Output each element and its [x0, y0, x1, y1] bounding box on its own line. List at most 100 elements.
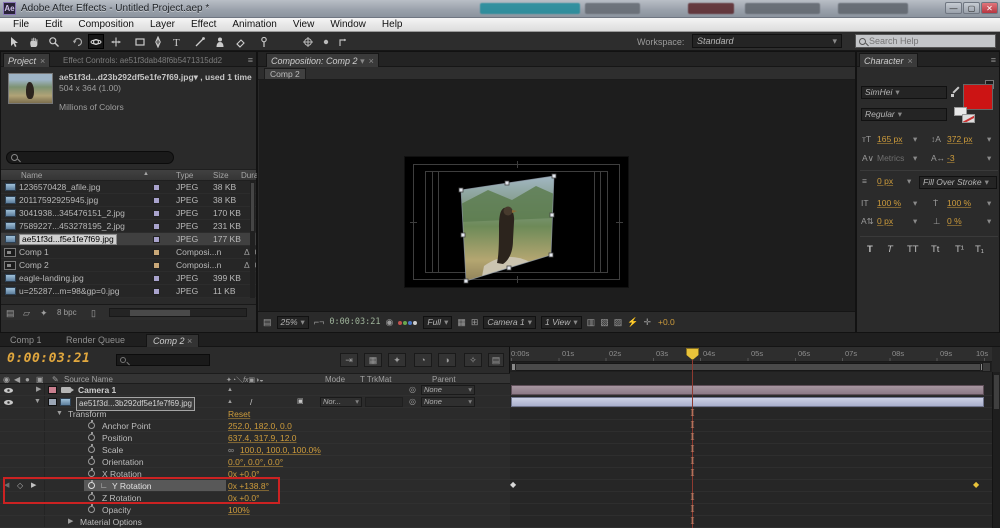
channel-icon[interactable]	[398, 317, 418, 327]
expand-arrow-icon[interactable]: ▶	[68, 516, 73, 528]
stopwatch-icon[interactable]	[88, 420, 95, 429]
layer-color-label[interactable]	[48, 386, 57, 394]
selection-tool[interactable]	[6, 34, 22, 49]
graph-editor-button[interactable]: ▤	[488, 353, 504, 367]
tsume-value[interactable]: 0 %	[947, 216, 962, 226]
property-row-scale[interactable]: Scale ∞ 100.0, 100.0, 100.0%	[0, 444, 510, 456]
chevron-down-icon[interactable]: ▾	[907, 176, 911, 187]
puppet-pin-tool[interactable]	[256, 34, 272, 49]
property-value[interactable]: 100.0, 100.0, 100.0%	[240, 444, 321, 456]
faux-italic-button[interactable]: T	[887, 244, 893, 255]
column-source-name[interactable]: Source Name	[64, 375, 113, 384]
property-value[interactable]: 0.0°, 0.0°, 0.0°	[228, 456, 283, 468]
label-color[interactable]	[153, 210, 160, 217]
baseline-shift-value[interactable]: 0 px	[877, 216, 893, 226]
project-item-row[interactable]: 1236570428_afile.jpg JPEG 38 KB	[1, 181, 256, 194]
tab-effect-controls[interactable]: Effect Controls: ae51f3dab48f6b5471315dd…	[63, 54, 231, 67]
leading-value[interactable]: 372 px	[947, 134, 973, 144]
menu-edit[interactable]: Edit	[38, 19, 69, 30]
timeline-search-box[interactable]	[116, 354, 210, 366]
font-size-value[interactable]: 165 px	[877, 134, 903, 144]
eraser-tool[interactable]	[232, 34, 248, 49]
superscript-button[interactable]: T¹	[955, 244, 964, 255]
magnification-select[interactable]: 25% ▾	[276, 315, 309, 329]
layer-color-label[interactable]	[48, 398, 57, 406]
chevron-down-icon[interactable]: ▾	[987, 198, 991, 209]
property-value[interactable]: 252.0, 182.0, 0.0	[228, 420, 292, 432]
project-horizontal-scrollbar[interactable]	[109, 308, 247, 317]
label-color[interactable]	[153, 184, 160, 191]
image-layer-bar[interactable]	[511, 397, 984, 407]
chevron-down-icon[interactable]: ▾	[913, 216, 917, 227]
font-family-select[interactable]: SimHei ▾	[861, 86, 947, 99]
clone-stamp-tool[interactable]	[212, 34, 228, 49]
chevron-down-icon[interactable]: ▾	[913, 134, 917, 145]
view-layout-select[interactable]: 1 View ▾	[541, 315, 582, 329]
preview-quality-icon[interactable]: ▧	[600, 317, 609, 328]
trkmat-select[interactable]	[365, 397, 403, 407]
axis-mode-local-button[interactable]	[300, 34, 316, 49]
collapse-arrow-icon[interactable]: ▼	[56, 408, 63, 420]
fill-color-swatch[interactable]	[963, 84, 993, 110]
property-row-position[interactable]: Position 637.4, 317.9, 12.0	[0, 432, 510, 444]
current-time-display[interactable]: 0:00:03:21	[7, 351, 90, 366]
motion-blur-button[interactable]: ◑	[438, 353, 456, 367]
label-color[interactable]	[153, 223, 160, 230]
parent-select[interactable]: None ▾	[421, 385, 475, 395]
label-color[interactable]	[153, 236, 160, 243]
interpret-footage-icon[interactable]: ▤	[6, 308, 15, 319]
composition-mini-flowchart-button[interactable]: ⇥	[340, 353, 358, 367]
project-item-row[interactable]: Comp 2Composi...nΔ 0	[1, 259, 256, 272]
3d-layer-icon[interactable]: ▣	[297, 396, 304, 408]
hand-tool[interactable]	[26, 34, 42, 49]
property-row-opacity[interactable]: Opacity 100%	[0, 504, 510, 516]
tab-comp2-active[interactable]: Comp 2 ×	[146, 334, 200, 347]
project-item-row[interactable]: u=25287...m=98&gp=0.jpg JPEG 11 KB	[1, 285, 256, 298]
stopwatch-icon[interactable]	[88, 468, 95, 477]
column-trkmat[interactable]: T TrkMat	[360, 375, 391, 384]
project-item-row[interactable]: eagle-landing.jpg JPEG 399 KB	[1, 272, 256, 285]
camera-layer-bar[interactable]	[511, 385, 984, 395]
label-color[interactable]	[153, 262, 160, 269]
comp-marker-button[interactable]	[982, 362, 991, 372]
grid-guides-icon[interactable]: ⊞	[471, 317, 479, 328]
small-caps-button[interactable]: Tt	[931, 244, 939, 255]
keyframe-diamond-end[interactable]: ◆	[973, 480, 979, 489]
all-caps-button[interactable]: TT	[907, 244, 919, 255]
breadcrumb-comp[interactable]: Comp 2	[264, 68, 306, 80]
group-label[interactable]: Transform	[68, 408, 106, 420]
close-button[interactable]: ✕	[981, 2, 998, 14]
project-item-row[interactable]: Comp 1Composi...nΔ 0	[1, 246, 256, 259]
chevron-down-icon[interactable]: ▾	[987, 153, 991, 164]
selected-layer-image[interactable]	[454, 170, 569, 295]
project-item-row-selected[interactable]: ae51f3d...f5e1fe7f69.jpg JPEG 177 KB	[1, 233, 256, 246]
menu-window[interactable]: Window	[323, 19, 373, 30]
work-area-bar[interactable]	[511, 363, 985, 371]
parent-select[interactable]: None ▾	[421, 397, 475, 407]
help-search-box[interactable]	[855, 34, 996, 48]
expand-arrow-icon[interactable]: ▶	[36, 384, 41, 396]
eyedropper-icon[interactable]	[951, 88, 960, 97]
project-columns-header[interactable]: Name ▲ Type Size Duratio	[1, 169, 267, 181]
close-icon[interactable]: ×	[369, 56, 374, 66]
zoom-tool[interactable]	[46, 34, 62, 49]
faux-bold-button[interactable]: T	[867, 244, 873, 255]
menu-animation[interactable]: Animation	[225, 19, 283, 30]
work-area-start-handle[interactable]	[511, 363, 516, 371]
frame-blend-button[interactable]: ◔	[414, 353, 432, 367]
keyframe-diamond-start[interactable]: ◆	[510, 480, 516, 489]
menu-effect[interactable]: Effect	[184, 19, 223, 30]
blend-mode-select[interactable]: Nor... ▾	[320, 397, 362, 407]
property-row-orientation[interactable]: Orientation 0.0°, 0.0°, 0.0°	[0, 456, 510, 468]
subscript-button[interactable]: T₁	[975, 244, 984, 255]
unified-camera-tool[interactable]	[88, 34, 104, 49]
property-value[interactable]: 100%	[228, 504, 250, 516]
brainstorm-button[interactable]: ✧	[464, 353, 482, 367]
brush-tool[interactable]	[192, 34, 208, 49]
shy-icon[interactable]: ▲	[227, 396, 233, 408]
tab-render-queue[interactable]: Render Queue	[60, 334, 131, 347]
camera-select[interactable]: Camera 1 ▾	[483, 315, 537, 329]
stopwatch-icon[interactable]	[88, 504, 95, 513]
project-search-box[interactable]	[6, 151, 174, 164]
column-name[interactable]: Name	[21, 171, 42, 180]
